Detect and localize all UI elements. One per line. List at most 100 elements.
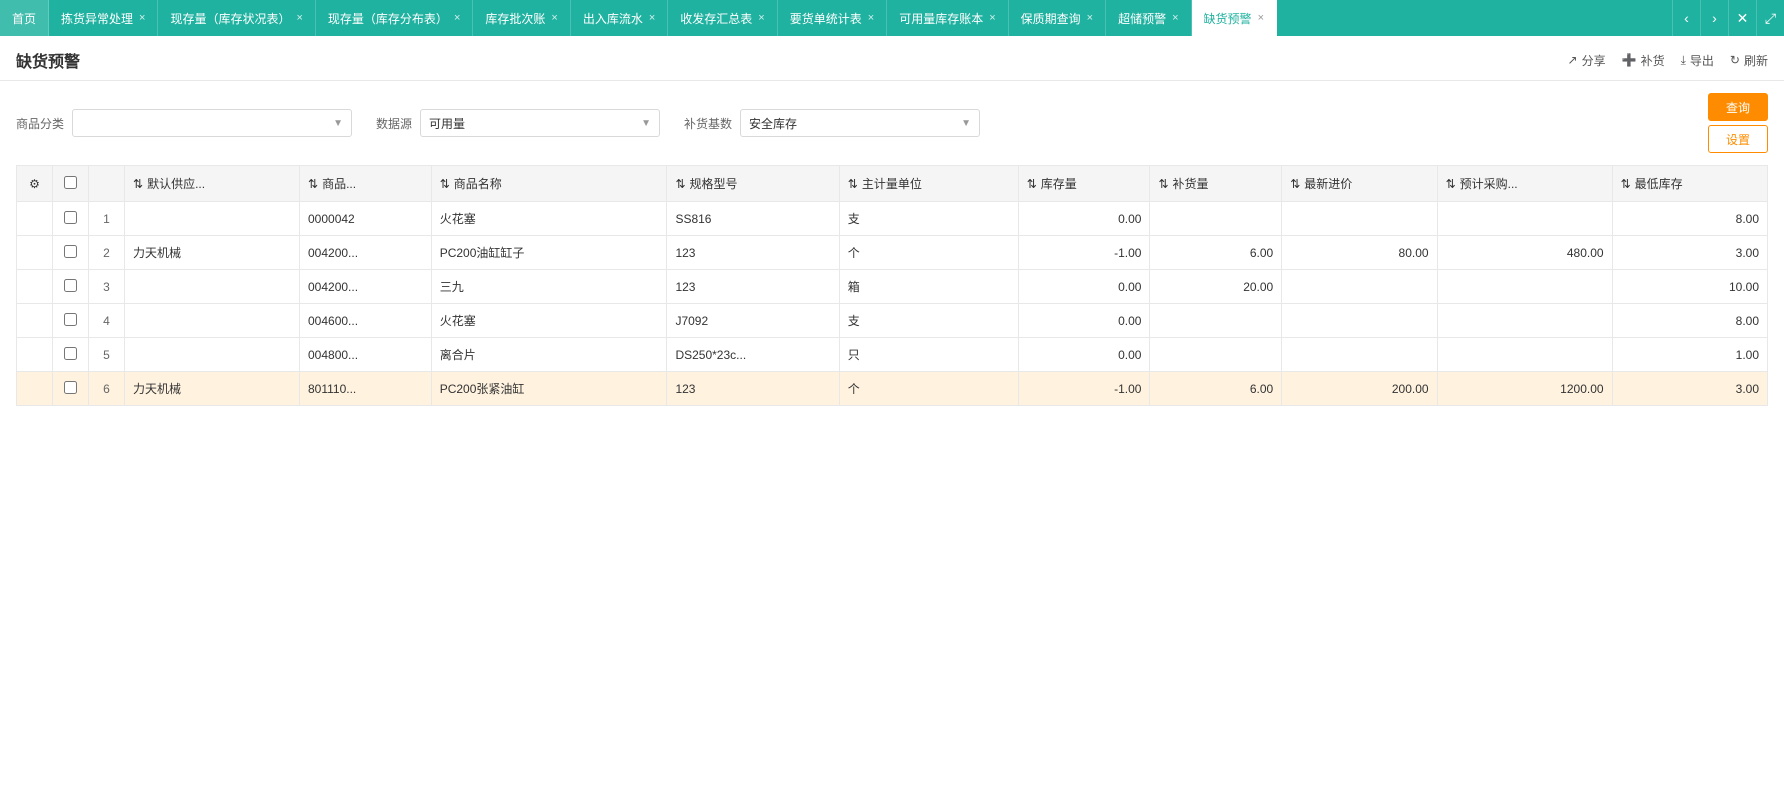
row-gear-cell xyxy=(17,270,53,304)
filter-datasource-label: 数据源 xyxy=(376,115,412,132)
query-button[interactable]: 查询 xyxy=(1708,93,1768,121)
row-checkbox-cell[interactable] xyxy=(53,304,89,338)
row-checkbox-5[interactable] xyxy=(64,381,77,394)
close-tab-expiry[interactable]: × xyxy=(1087,12,1093,24)
filter-datasource-value: 可用量 xyxy=(429,115,465,132)
column-product-name: ⇅ 商品名称 xyxy=(431,166,667,202)
close-tab-overstock[interactable]: × xyxy=(1172,12,1178,24)
sort-icon-5[interactable]: ⇅ xyxy=(848,177,858,191)
row-product-name: PC200张紧油缸 xyxy=(431,372,667,406)
filter-actions: 查询 设置 xyxy=(1708,93,1768,153)
close-tab-stock-status[interactable]: × xyxy=(296,12,302,24)
tab-overstock[interactable]: 超储预警 × xyxy=(1106,0,1191,36)
row-checkbox-1[interactable] xyxy=(64,245,77,258)
row-spec: J7092 xyxy=(667,304,839,338)
tab-expiry[interactable]: 保质期查询 × xyxy=(1009,0,1106,36)
filter-category-select[interactable]: ▼ xyxy=(72,109,352,137)
row-unit: 个 xyxy=(839,236,1018,270)
data-table: ⚙ ⇅ 默认供应... ⇅ 商 xyxy=(16,165,1768,406)
tab-stock-status[interactable]: 现存量（库存状况表） × xyxy=(158,0,315,36)
close-tab-summary[interactable]: × xyxy=(758,12,764,24)
close-tab-inout[interactable]: × xyxy=(649,12,655,24)
row-checkbox-cell[interactable] xyxy=(53,202,89,236)
row-stock: 0.00 xyxy=(1018,270,1150,304)
close-tab-available[interactable]: × xyxy=(989,12,995,24)
tab-order-stat[interactable]: 要货单统计表 × xyxy=(778,0,887,36)
row-checkbox-cell[interactable] xyxy=(53,270,89,304)
row-supplier: 力天机械 xyxy=(125,372,300,406)
row-checkbox-cell[interactable] xyxy=(53,372,89,406)
filter-replenish-select[interactable]: 安全库存 ▼ xyxy=(740,109,980,137)
row-number: 4 xyxy=(89,304,125,338)
row-spec: 123 xyxy=(667,270,839,304)
row-gear-cell xyxy=(17,338,53,372)
row-checkbox-0[interactable] xyxy=(64,211,77,224)
sort-icon-9[interactable]: ⇅ xyxy=(1446,177,1456,191)
row-min-stock: 10.00 xyxy=(1612,270,1767,304)
close-tab-shortage[interactable]: × xyxy=(1258,12,1264,24)
select-all-checkbox[interactable] xyxy=(64,176,77,189)
close-tab-order-stat[interactable]: × xyxy=(868,12,874,24)
share-button[interactable]: ↗ 分享 xyxy=(1568,52,1606,69)
row-product-code: 004200... xyxy=(300,270,432,304)
tab-nav-buttons: ‹ › ✕ ⤢ xyxy=(1672,0,1784,36)
filter-datasource-group: 数据源 可用量 ▼ xyxy=(376,109,660,137)
tab-next-btn[interactable]: › xyxy=(1700,0,1728,36)
row-product-name: 离合片 xyxy=(431,338,667,372)
tab-close-btn[interactable]: ✕ xyxy=(1728,0,1756,36)
row-checkbox-2[interactable] xyxy=(64,279,77,292)
sort-icon[interactable]: ⇅ xyxy=(133,177,143,191)
sort-icon-6[interactable]: ⇅ xyxy=(1027,177,1037,191)
row-estimated-purchase: 1200.00 xyxy=(1437,372,1612,406)
refresh-button[interactable]: ↻ 刷新 xyxy=(1730,52,1768,69)
column-checkbox-header[interactable] xyxy=(53,166,89,202)
row-checkbox-3[interactable] xyxy=(64,313,77,326)
row-replenish-qty: 20.00 xyxy=(1150,270,1282,304)
row-product-code: 801110... xyxy=(300,372,432,406)
table-row: 3 004200... 三九 123 箱 0.00 20.00 10.00 xyxy=(17,270,1768,304)
filter-replenish-value: 安全库存 xyxy=(749,115,797,132)
sort-icon-10[interactable]: ⇅ xyxy=(1621,177,1631,191)
tab-home[interactable]: 首页 xyxy=(0,0,49,36)
page-header: 缺货预警 ↗ 分享 ➕ 补货 ⤓ 导出 ↻ 刷新 xyxy=(0,36,1784,81)
row-gear-cell xyxy=(17,372,53,406)
settings-button[interactable]: 设置 xyxy=(1708,125,1768,153)
row-estimated-purchase: 480.00 xyxy=(1437,236,1612,270)
row-checkbox-4[interactable] xyxy=(64,347,77,360)
row-product-code: 004600... xyxy=(300,304,432,338)
tab-summary[interactable]: 收发存汇总表 × xyxy=(668,0,777,36)
close-tab-batch[interactable]: × xyxy=(551,12,557,24)
sort-icon-7[interactable]: ⇅ xyxy=(1158,177,1168,191)
tab-inout[interactable]: 出入库流水 × xyxy=(571,0,668,36)
row-product-code: 0000042 xyxy=(300,202,432,236)
filter-bar: 商品分类 ▼ 数据源 可用量 ▼ 补货基数 安全库存 ▼ 查询 设置 xyxy=(0,81,1784,165)
tab-batch[interactable]: 库存批次账 × xyxy=(473,0,570,36)
row-checkbox-cell[interactable] xyxy=(53,236,89,270)
filter-category-group: 商品分类 ▼ xyxy=(16,109,352,137)
filter-datasource-select[interactable]: 可用量 ▼ xyxy=(420,109,660,137)
row-estimated-purchase xyxy=(1437,270,1612,304)
row-checkbox-cell[interactable] xyxy=(53,338,89,372)
tab-picking[interactable]: 拣货异常处理 × xyxy=(49,0,158,36)
sort-icon-3[interactable]: ⇅ xyxy=(440,177,450,191)
tab-prev-btn[interactable]: ‹ xyxy=(1672,0,1700,36)
tab-available[interactable]: 可用量库存账本 × xyxy=(887,0,1008,36)
column-estimated: ⇅ 预计采购... xyxy=(1437,166,1612,202)
sort-icon-8[interactable]: ⇅ xyxy=(1290,177,1300,191)
close-tab-picking[interactable]: × xyxy=(139,12,145,24)
row-gear-cell xyxy=(17,202,53,236)
close-tab-stock-dist[interactable]: × xyxy=(454,12,460,24)
row-replenish-qty xyxy=(1150,338,1282,372)
row-supplier xyxy=(125,202,300,236)
row-stock: 0.00 xyxy=(1018,202,1150,236)
tab-shortage[interactable]: 缺货预警 × xyxy=(1192,0,1277,36)
sort-icon-4[interactable]: ⇅ xyxy=(675,177,685,191)
row-latest-price xyxy=(1282,270,1437,304)
row-unit: 箱 xyxy=(839,270,1018,304)
tab-stock-dist[interactable]: 现存量（库存分布表） × xyxy=(316,0,473,36)
restock-button[interactable]: ➕ 补货 xyxy=(1622,52,1665,69)
sort-icon-2[interactable]: ⇅ xyxy=(308,177,318,191)
tab-expand-btn[interactable]: ⤢ xyxy=(1756,0,1784,36)
column-gear[interactable]: ⚙ xyxy=(17,166,53,202)
export-button[interactable]: ⤓ 导出 xyxy=(1681,52,1714,69)
